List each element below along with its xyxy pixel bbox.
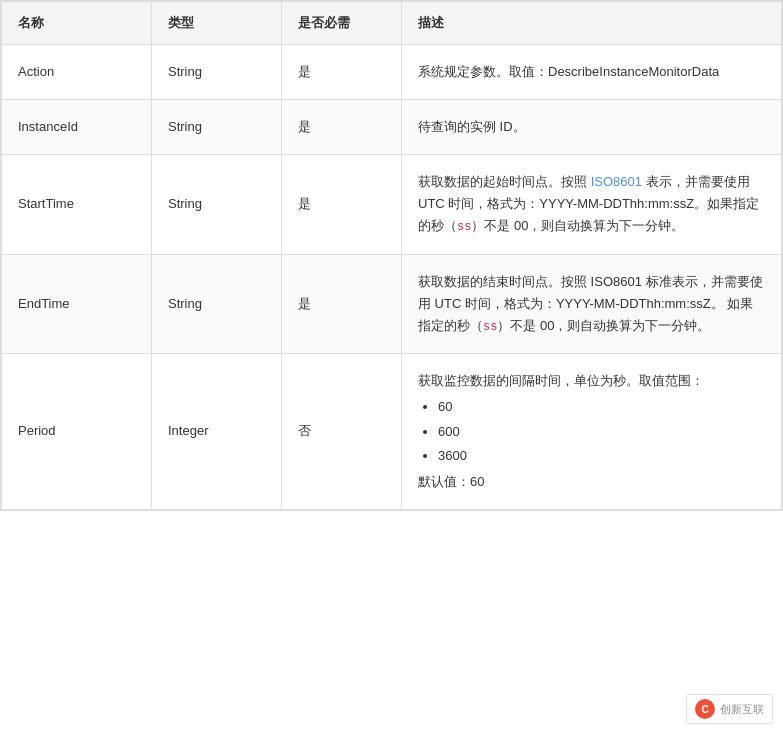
cell-description: 待查询的实例 ID。 [402, 100, 782, 155]
cell-type: String [152, 45, 282, 100]
table-header-row: 名称 类型 是否必需 描述 [2, 2, 782, 45]
cell-name: EndTime [2, 254, 152, 354]
cell-type: String [152, 254, 282, 354]
cell-type: String [152, 100, 282, 155]
header-type: 类型 [152, 2, 282, 45]
table-row: PeriodInteger否获取监控数据的间隔时间，单位为秒。取值范围：6060… [2, 354, 782, 509]
cell-name: StartTime [2, 155, 152, 255]
cell-required: 是 [282, 254, 402, 354]
header-desc: 描述 [402, 2, 782, 45]
cell-description: 获取数据的起始时间点。按照 ISO8601 表示，并需要使用 UTC 时间，格式… [402, 155, 782, 255]
header-name: 名称 [2, 2, 152, 45]
cell-type: Integer [152, 354, 282, 509]
description-link[interactable]: ISO8601 [591, 174, 642, 189]
cell-type: String [152, 155, 282, 255]
cell-name: InstanceId [2, 100, 152, 155]
table-row: StartTimeString是获取数据的起始时间点。按照 ISO8601 表示… [2, 155, 782, 255]
table-row: EndTimeString是获取数据的结束时间点。按照 ISO8601 标准表示… [2, 254, 782, 354]
cell-description: 获取监控数据的间隔时间，单位为秒。取值范围：606003600默认值：60 [402, 354, 782, 509]
api-params-table: 名称 类型 是否必需 描述 ActionString是系统规定参数。取值：Des… [0, 0, 783, 511]
table-row: ActionString是系统规定参数。取值：DescribeInstanceM… [2, 45, 782, 100]
cell-name: Action [2, 45, 152, 100]
cell-required: 是 [282, 45, 402, 100]
cell-name: Period [2, 354, 152, 509]
cell-required: 是 [282, 100, 402, 155]
cell-required: 否 [282, 354, 402, 509]
header-required: 是否必需 [282, 2, 402, 45]
table-row: InstanceIdString是待查询的实例 ID。 [2, 100, 782, 155]
cell-description: 系统规定参数。取值：DescribeInstanceMonitorData [402, 45, 782, 100]
cell-description: 获取数据的结束时间点。按照 ISO8601 标准表示，并需要使用 UTC 时间，… [402, 254, 782, 354]
cell-required: 是 [282, 155, 402, 255]
